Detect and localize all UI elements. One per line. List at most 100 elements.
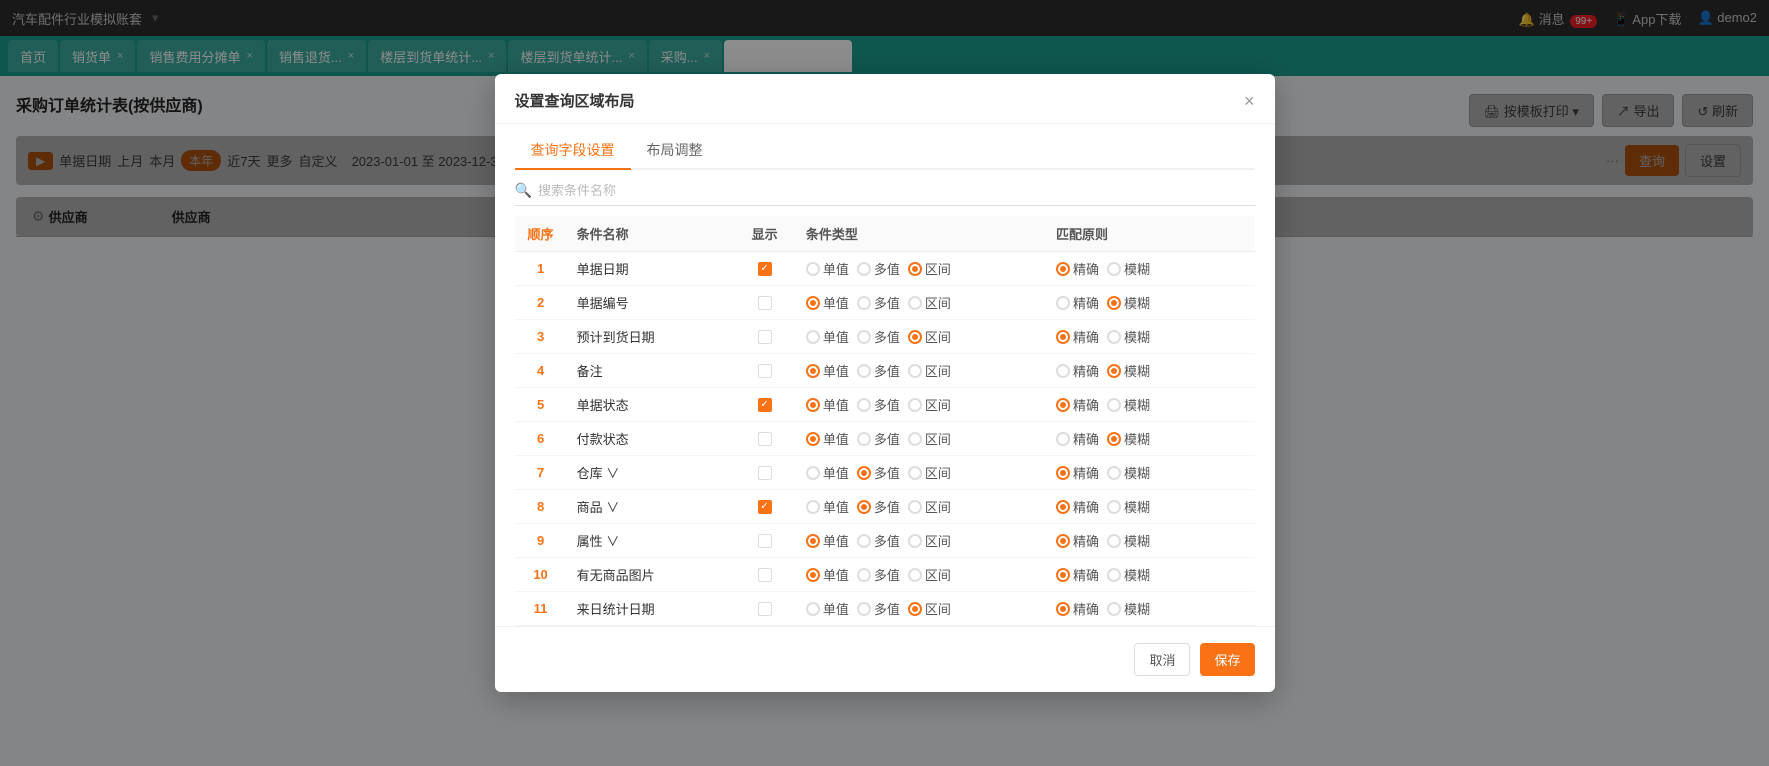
radio-circle: [1107, 466, 1121, 480]
cell-show: [733, 422, 796, 456]
match-radio-精确[interactable]: 精确: [1056, 361, 1099, 380]
type-radio-区间[interactable]: 区间: [908, 429, 951, 448]
match-radio-精确[interactable]: 精确: [1056, 497, 1099, 516]
show-checkbox[interactable]: [758, 602, 772, 616]
type-radio-单值[interactable]: 单值: [806, 395, 849, 414]
type-radio-单值[interactable]: 单值: [806, 293, 849, 312]
search-input[interactable]: [538, 183, 738, 198]
type-radio-单值[interactable]: 单值: [806, 327, 849, 346]
type-radio-多值[interactable]: 多值: [857, 327, 900, 346]
match-radio-模糊[interactable]: 模糊: [1107, 497, 1150, 516]
match-radio-精确[interactable]: 精确: [1056, 327, 1099, 346]
match-radio-模糊[interactable]: 模糊: [1107, 327, 1150, 346]
cell-match: 精确模糊: [1046, 388, 1254, 422]
type-radio-单值[interactable]: 单值: [806, 531, 849, 550]
cell-order: 7: [515, 456, 567, 490]
show-checkbox[interactable]: [758, 432, 772, 446]
type-radio-区间[interactable]: 区间: [908, 327, 951, 346]
radio-circle: [1056, 534, 1070, 548]
type-radio-多值[interactable]: 多值: [857, 599, 900, 618]
match-radio-精确[interactable]: 精确: [1056, 259, 1099, 278]
type-radio-区间[interactable]: 区间: [908, 497, 951, 516]
match-radio-精确[interactable]: 精确: [1056, 463, 1099, 482]
type-radio-多值[interactable]: 多值: [857, 463, 900, 482]
type-radio-单值[interactable]: 单值: [806, 599, 849, 618]
save-button[interactable]: 保存: [1200, 643, 1254, 676]
match-radio-模糊[interactable]: 模糊: [1107, 429, 1150, 448]
radio-circle: [1107, 330, 1121, 344]
type-radio-区间[interactable]: 区间: [908, 361, 951, 380]
match-radio-模糊[interactable]: 模糊: [1107, 293, 1150, 312]
tab-query-fields[interactable]: 查询字段设置: [515, 132, 631, 170]
cancel-button[interactable]: 取消: [1134, 643, 1190, 676]
match-radio-模糊[interactable]: 模糊: [1107, 361, 1150, 380]
type-radio-单值[interactable]: 单值: [806, 361, 849, 380]
cell-show: [733, 592, 796, 626]
dialog: 设置查询区域布局 × 查询字段设置 布局调整 🔍 顺序: [495, 74, 1275, 692]
show-checkbox[interactable]: [758, 568, 772, 582]
cell-order: 4: [515, 354, 567, 388]
type-radio-多值[interactable]: 多值: [857, 361, 900, 380]
match-radio-模糊[interactable]: 模糊: [1107, 259, 1150, 278]
match-radio-模糊[interactable]: 模糊: [1107, 463, 1150, 482]
tab-layout-adjust[interactable]: 布局调整: [631, 132, 719, 170]
type-radio-区间[interactable]: 区间: [908, 293, 951, 312]
show-checkbox[interactable]: [758, 364, 772, 378]
type-radio-多值[interactable]: 多值: [857, 259, 900, 278]
match-radio-精确[interactable]: 精确: [1056, 599, 1099, 618]
cell-match: 精确模糊: [1046, 252, 1254, 286]
show-checkbox[interactable]: [758, 296, 772, 310]
radio-circle: [806, 262, 820, 276]
fields-table-container: 顺序 条件名称 显示 条件类型 匹配原则 1单据日期单值多值区间精确模糊2单据编…: [515, 216, 1255, 626]
type-radio-单值[interactable]: 单值: [806, 565, 849, 584]
table-row: 2单据编号单值多值区间精确模糊: [515, 286, 1255, 320]
type-radio-区间[interactable]: 区间: [908, 463, 951, 482]
radio-circle: [908, 364, 922, 378]
type-radio-单值[interactable]: 单值: [806, 463, 849, 482]
cell-show: [733, 286, 796, 320]
type-radio-区间[interactable]: 区间: [908, 599, 951, 618]
match-radio-模糊[interactable]: 模糊: [1107, 599, 1150, 618]
show-checkbox[interactable]: [758, 398, 772, 412]
cell-name[interactable]: 属性 ∨: [567, 524, 734, 558]
radio-circle: [1107, 602, 1121, 616]
type-radio-区间[interactable]: 区间: [908, 395, 951, 414]
show-checkbox[interactable]: [758, 330, 772, 344]
match-radio-精确[interactable]: 精确: [1056, 565, 1099, 584]
match-radio-精确[interactable]: 精确: [1056, 293, 1099, 312]
cell-name[interactable]: 商品 ∨: [567, 490, 734, 524]
show-checkbox[interactable]: [758, 262, 772, 276]
type-radio-多值[interactable]: 多值: [857, 531, 900, 550]
match-radio-模糊[interactable]: 模糊: [1107, 565, 1150, 584]
type-radio-单值[interactable]: 单值: [806, 497, 849, 516]
cell-name: 预计到货日期: [567, 320, 734, 354]
radio-circle: [1056, 500, 1070, 514]
type-radio-区间[interactable]: 区间: [908, 565, 951, 584]
radio-circle: [1056, 398, 1070, 412]
cell-match: 精确模糊: [1046, 490, 1254, 524]
match-radio-精确[interactable]: 精确: [1056, 429, 1099, 448]
type-radio-多值[interactable]: 多值: [857, 293, 900, 312]
type-radio-多值[interactable]: 多值: [857, 497, 900, 516]
radio-circle: [908, 568, 922, 582]
type-radio-多值[interactable]: 多值: [857, 429, 900, 448]
match-radio-模糊[interactable]: 模糊: [1107, 531, 1150, 550]
type-radio-单值[interactable]: 单值: [806, 259, 849, 278]
radio-circle: [1056, 568, 1070, 582]
type-radio-多值[interactable]: 多值: [857, 565, 900, 584]
table-row: 8商品 ∨单值多值区间精确模糊: [515, 490, 1255, 524]
match-radio-模糊[interactable]: 模糊: [1107, 395, 1150, 414]
type-radio-单值[interactable]: 单值: [806, 429, 849, 448]
type-radio-多值[interactable]: 多值: [857, 395, 900, 414]
radio-circle: [1107, 296, 1121, 310]
cell-name[interactable]: 仓库 ∨: [567, 456, 734, 490]
match-radio-精确[interactable]: 精确: [1056, 531, 1099, 550]
dialog-close-button[interactable]: ×: [1244, 92, 1255, 110]
show-checkbox[interactable]: [758, 500, 772, 514]
type-radio-区间[interactable]: 区间: [908, 531, 951, 550]
match-radio-精确[interactable]: 精确: [1056, 395, 1099, 414]
type-radio-区间[interactable]: 区间: [908, 259, 951, 278]
show-checkbox[interactable]: [758, 534, 772, 548]
cell-name: 付款状态: [567, 422, 734, 456]
show-checkbox[interactable]: [758, 466, 772, 480]
